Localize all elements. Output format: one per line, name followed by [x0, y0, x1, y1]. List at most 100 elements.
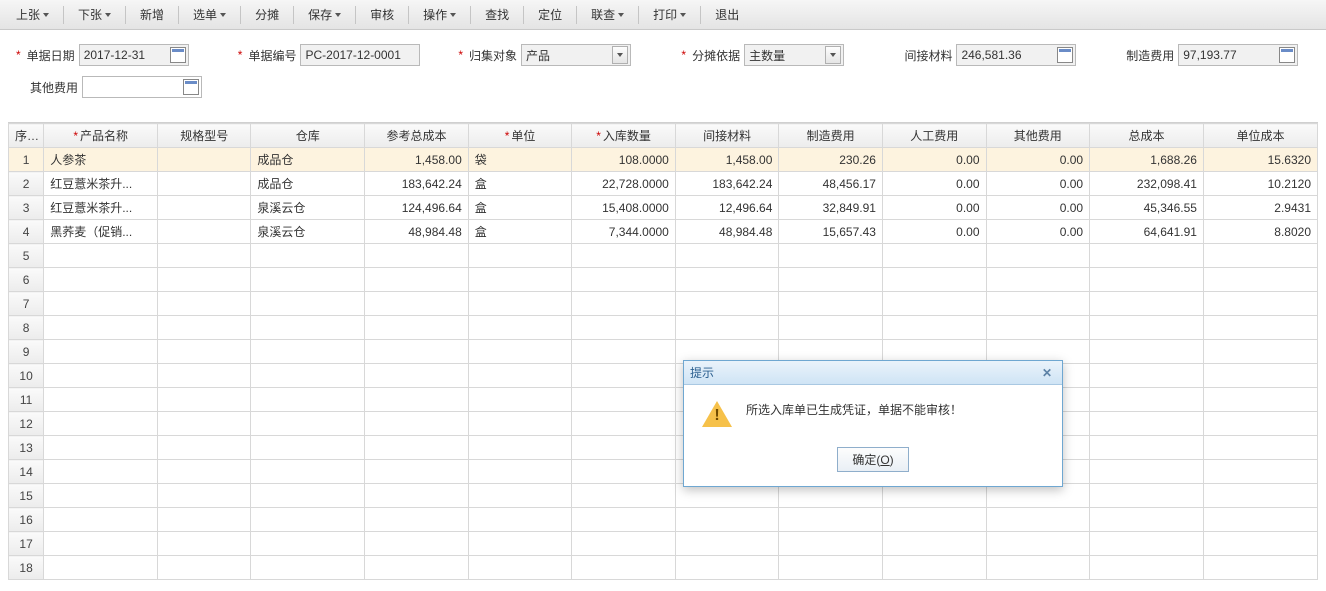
cell-ref[interactable]: 124,496.64 — [365, 196, 469, 220]
col-c2[interactable]: 制造费用 — [779, 124, 883, 148]
cell-tot[interactable]: 45,346.55 — [1090, 196, 1204, 220]
cell-c4[interactable]: 0.00 — [986, 196, 1090, 220]
table-row[interactable]: 7 — [9, 292, 1318, 316]
col-wh[interactable]: 仓库 — [251, 124, 365, 148]
cell-c2[interactable]: 230.26 — [779, 148, 883, 172]
cell-rn[interactable]: 17 — [9, 532, 44, 556]
cell-wh[interactable]: 成品仓 — [251, 172, 365, 196]
col-c4[interactable]: 其他费用 — [986, 124, 1090, 148]
cell-qty[interactable]: 22,728.0000 — [572, 172, 676, 196]
table-row[interactable]: 14 — [9, 460, 1318, 484]
toolbar-下张[interactable]: 下张 — [70, 3, 119, 26]
cell-name[interactable]: 人参茶 — [44, 148, 158, 172]
cell-c3[interactable]: 0.00 — [882, 196, 986, 220]
toolbar-打印[interactable]: 打印 — [645, 3, 694, 26]
table-row[interactable]: 6 — [9, 268, 1318, 292]
cell-wh[interactable]: 泉溪云仓 — [251, 220, 365, 244]
table-row[interactable]: 17 — [9, 532, 1318, 556]
cell-rn[interactable]: 8 — [9, 316, 44, 340]
table-row[interactable]: 16 — [9, 508, 1318, 532]
toolbar-审核[interactable]: 审核 — [362, 3, 402, 26]
table-row[interactable]: 5 — [9, 244, 1318, 268]
cell-c1[interactable]: 183,642.24 — [675, 172, 779, 196]
toolbar-选单[interactable]: 选单 — [185, 3, 234, 26]
cell-rn[interactable]: 7 — [9, 292, 44, 316]
col-ref[interactable]: 参考总成本 — [365, 124, 469, 148]
mfg-cost-input[interactable]: 97,193.77 — [1178, 44, 1298, 66]
col-spec[interactable]: 规格型号 — [158, 124, 251, 148]
cell-c3[interactable]: 0.00 — [882, 148, 986, 172]
col-c1[interactable]: 间接材料 — [675, 124, 779, 148]
cell-rn[interactable]: 6 — [9, 268, 44, 292]
basis-combo[interactable]: 主数量 — [744, 44, 844, 66]
cell-rn[interactable]: 15 — [9, 484, 44, 508]
doc-date-input[interactable]: 2017-12-31 — [79, 44, 189, 66]
cell-rn[interactable]: 4 — [9, 220, 44, 244]
cell-rn[interactable]: 11 — [9, 388, 44, 412]
cell-c3[interactable]: 0.00 — [882, 172, 986, 196]
cell-rn[interactable]: 1 — [9, 148, 44, 172]
cell-rn[interactable]: 13 — [9, 436, 44, 460]
cell-c4[interactable]: 0.00 — [986, 220, 1090, 244]
col-name[interactable]: *产品名称 — [44, 124, 158, 148]
other-cost-input[interactable] — [82, 76, 202, 98]
cell-rn[interactable]: 16 — [9, 508, 44, 532]
cell-unitc[interactable]: 10.2120 — [1203, 172, 1317, 196]
toolbar-联查[interactable]: 联查 — [583, 3, 632, 26]
col-rn[interactable]: 序号 — [9, 124, 44, 148]
table-row[interactable]: 11 — [9, 388, 1318, 412]
table-row[interactable]: 15 — [9, 484, 1318, 508]
cell-c1[interactable]: 1,458.00 — [675, 148, 779, 172]
cell-ref[interactable]: 1,458.00 — [365, 148, 469, 172]
indirect-mat-input[interactable]: 246,581.36 — [956, 44, 1076, 66]
cell-unitc[interactable]: 2.9431 — [1203, 196, 1317, 220]
col-qty[interactable]: *入库数量 — [572, 124, 676, 148]
cell-unit[interactable]: 盒 — [468, 220, 572, 244]
cell-c3[interactable]: 0.00 — [882, 220, 986, 244]
cell-c1[interactable]: 12,496.64 — [675, 196, 779, 220]
cell-rn[interactable]: 3 — [9, 196, 44, 220]
table-row[interactable]: 1人参茶成品仓1,458.00袋108.00001,458.00230.260.… — [9, 148, 1318, 172]
group-by-combo[interactable]: 产品 — [521, 44, 631, 66]
table-row[interactable]: 10 — [9, 364, 1318, 388]
cell-qty[interactable]: 108.0000 — [572, 148, 676, 172]
cell-ref[interactable]: 48,984.48 — [365, 220, 469, 244]
toolbar-操作[interactable]: 操作 — [415, 3, 464, 26]
col-unit[interactable]: *单位 — [468, 124, 572, 148]
cell-tot[interactable]: 64,641.91 — [1090, 220, 1204, 244]
ok-button[interactable]: 确定(O) — [837, 447, 908, 472]
cell-c4[interactable]: 0.00 — [986, 172, 1090, 196]
toolbar-退出[interactable]: 退出 — [707, 3, 747, 26]
cell-name[interactable]: 红豆薏米茶升... — [44, 196, 158, 220]
cell-c1[interactable]: 48,984.48 — [675, 220, 779, 244]
cell-name[interactable]: 红豆薏米茶升... — [44, 172, 158, 196]
cell-unit[interactable]: 袋 — [468, 148, 572, 172]
cell-spec[interactable] — [158, 172, 251, 196]
cell-wh[interactable]: 泉溪云仓 — [251, 196, 365, 220]
close-icon[interactable]: ✕ — [1038, 365, 1056, 381]
table-row[interactable]: 9 — [9, 340, 1318, 364]
toolbar-分摊[interactable]: 分摊 — [247, 3, 287, 26]
toolbar-保存[interactable]: 保存 — [300, 3, 349, 26]
cell-spec[interactable] — [158, 220, 251, 244]
table-row[interactable]: 18 — [9, 556, 1318, 580]
toolbar-查找[interactable]: 查找 — [477, 3, 517, 26]
table-row[interactable]: 13 — [9, 436, 1318, 460]
toolbar-定位[interactable]: 定位 — [530, 3, 570, 26]
toolbar-新增[interactable]: 新增 — [132, 3, 172, 26]
table-row[interactable]: 3红豆薏米茶升...泉溪云仓124,496.64盒15,408.000012,4… — [9, 196, 1318, 220]
cell-unit[interactable]: 盒 — [468, 196, 572, 220]
cell-rn[interactable]: 5 — [9, 244, 44, 268]
col-tot[interactable]: 总成本 — [1090, 124, 1204, 148]
doc-no-input[interactable]: PC-2017-12-0001 — [300, 44, 420, 66]
cell-tot[interactable]: 1,688.26 — [1090, 148, 1204, 172]
cell-unitc[interactable]: 15.6320 — [1203, 148, 1317, 172]
cell-wh[interactable]: 成品仓 — [251, 148, 365, 172]
toolbar-上张[interactable]: 上张 — [8, 3, 57, 26]
table-row[interactable]: 8 — [9, 316, 1318, 340]
cell-ref[interactable]: 183,642.24 — [365, 172, 469, 196]
cell-tot[interactable]: 232,098.41 — [1090, 172, 1204, 196]
cell-c2[interactable]: 48,456.17 — [779, 172, 883, 196]
col-c3[interactable]: 人工费用 — [882, 124, 986, 148]
cell-qty[interactable]: 7,344.0000 — [572, 220, 676, 244]
